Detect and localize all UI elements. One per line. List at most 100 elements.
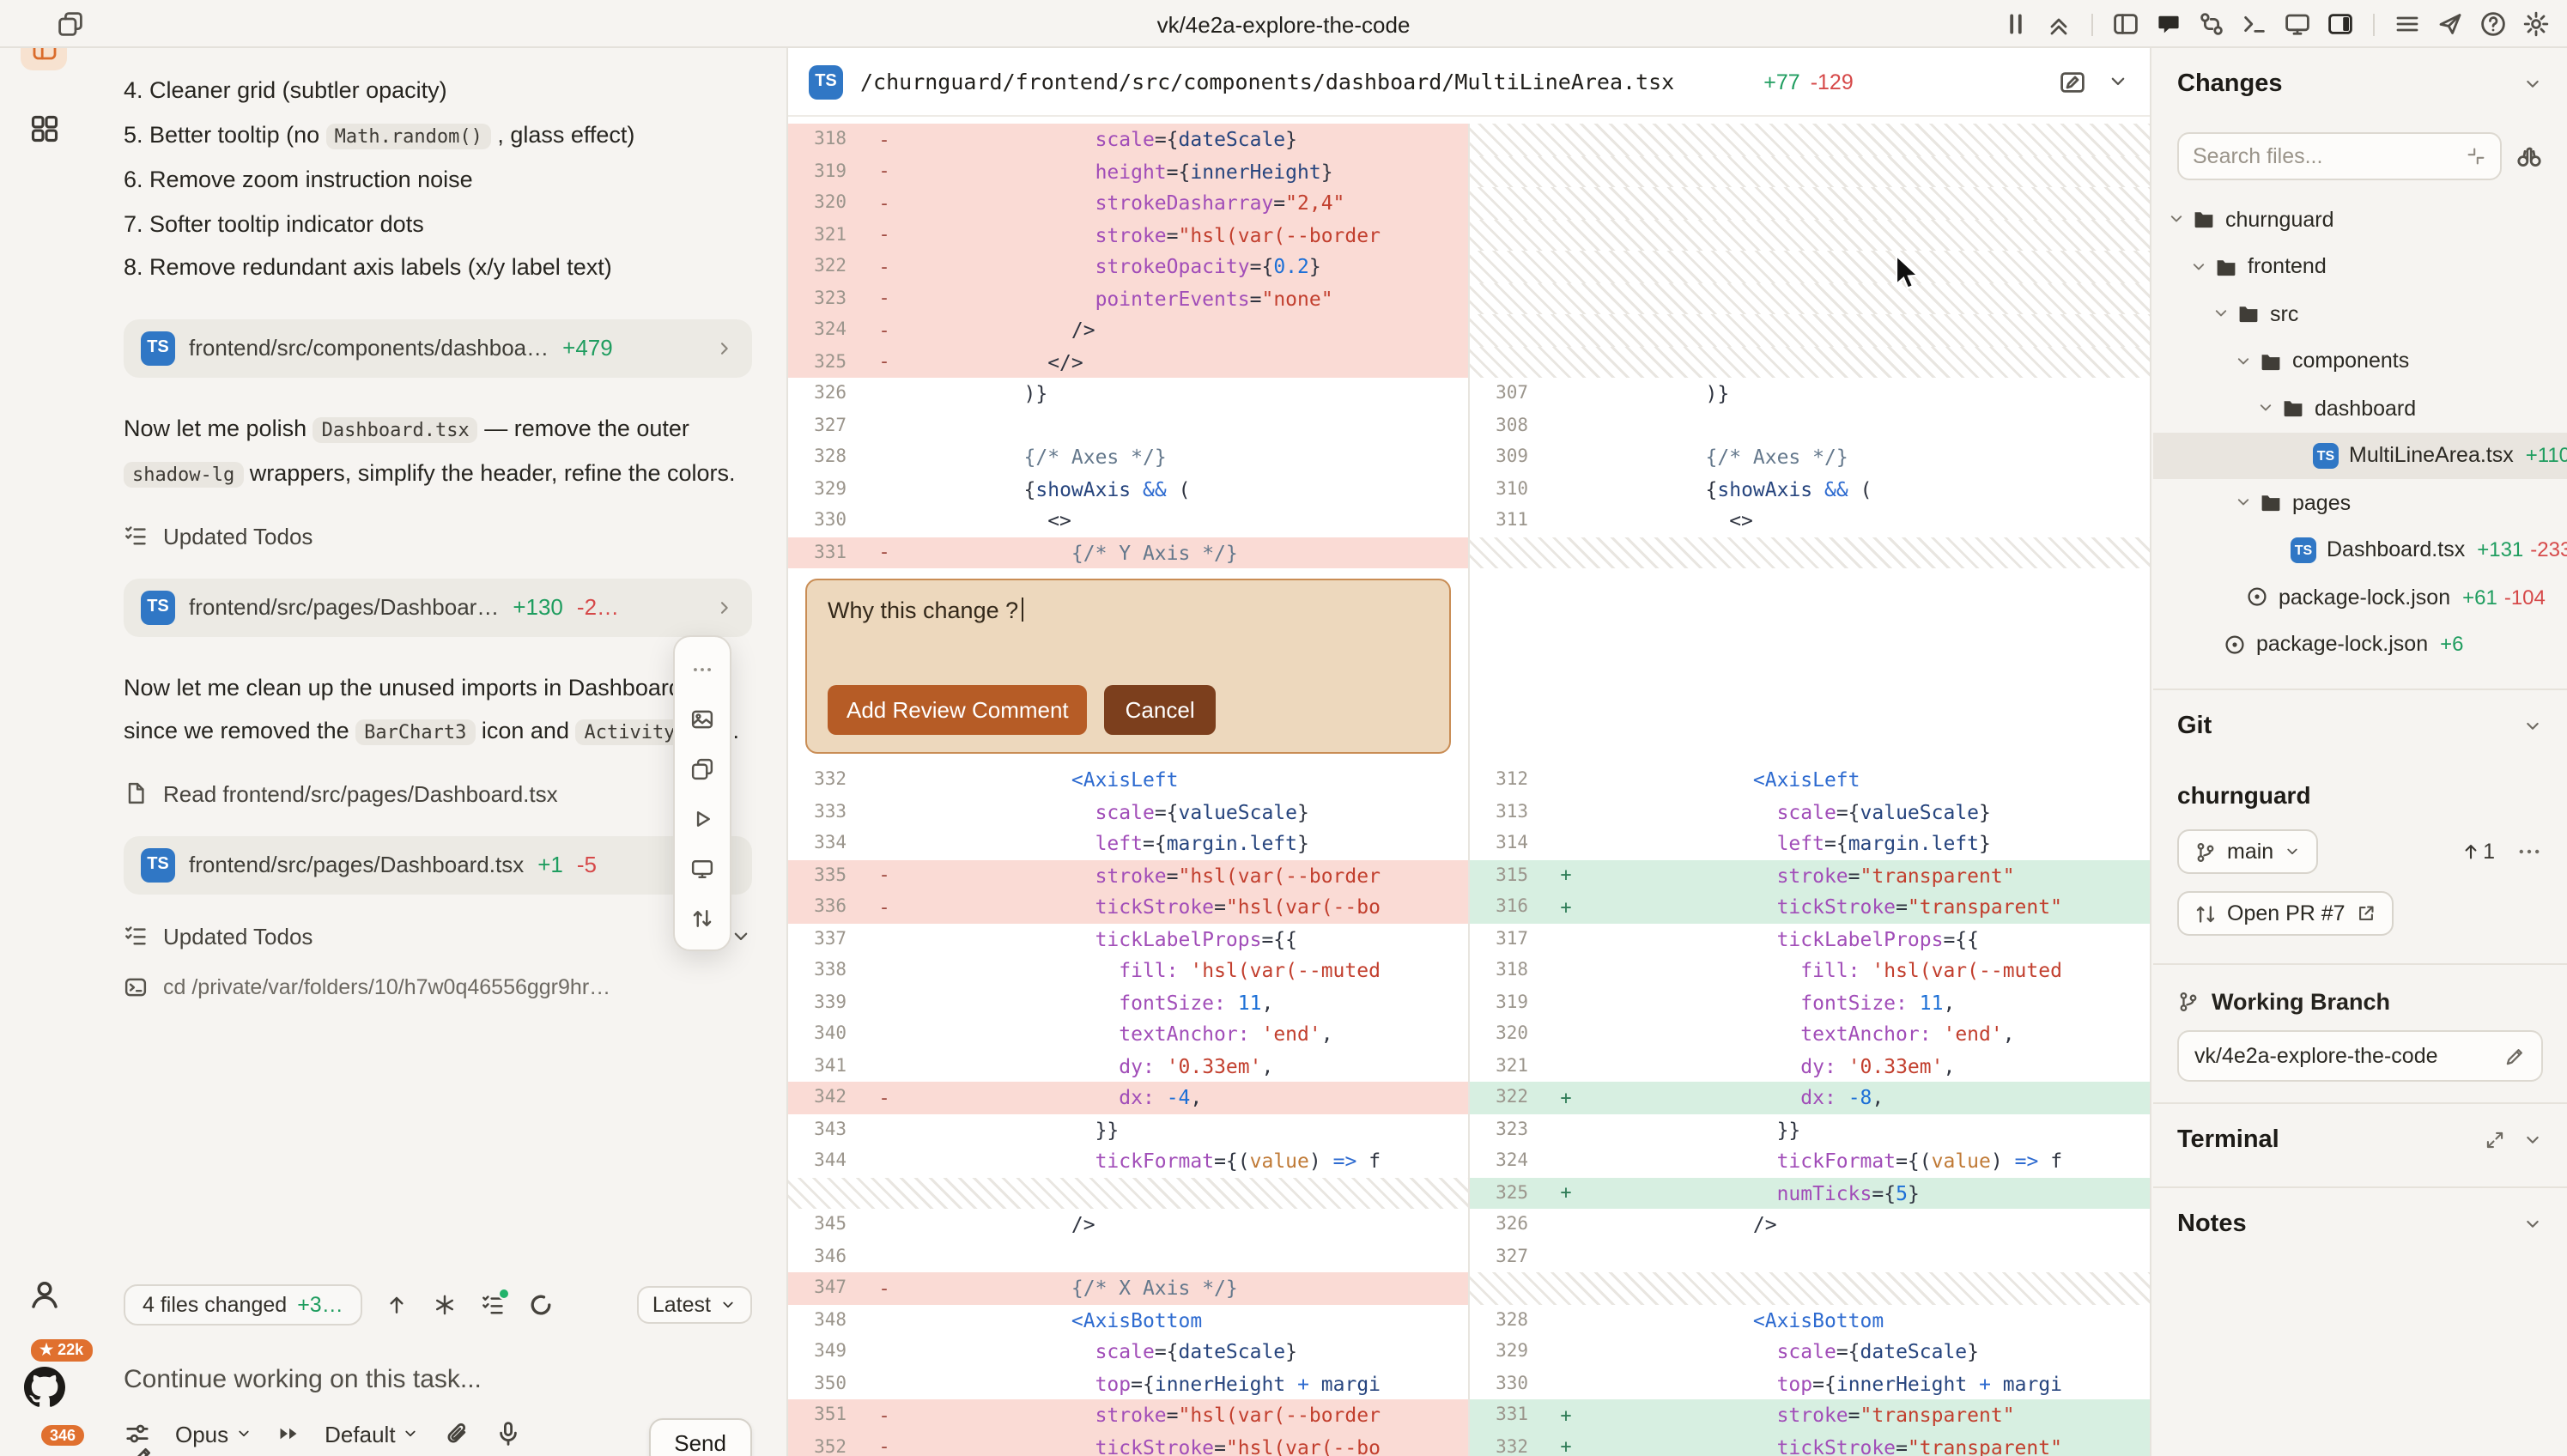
panel-left-icon[interactable]: [2112, 10, 2139, 38]
edit-branch-icon[interactable]: [2503, 1045, 2526, 1067]
chevron-down-icon: [2522, 74, 2543, 94]
palette-copy-icon[interactable]: [678, 743, 726, 793]
branch-selector[interactable]: main: [2177, 829, 2318, 874]
tree-folder-churnguard[interactable]: churnguard: [2153, 196, 2567, 243]
paperclip-icon[interactable]: [444, 1420, 471, 1447]
pencil-icon[interactable]: [127, 1444, 155, 1456]
ts-file-badge: TS: [141, 590, 175, 624]
account-button[interactable]: [21, 1271, 67, 1317]
chevron-down-icon[interactable]: [2107, 70, 2129, 93]
changes-section-header[interactable]: Changes: [2153, 48, 2567, 110]
palette-more-icon[interactable]: [678, 644, 726, 694]
tree-folder-dashboard[interactable]: dashboard: [2153, 385, 2567, 432]
help-icon[interactable]: [2479, 10, 2507, 38]
list-item: 4. Cleaner grid (subtler opacity): [124, 69, 752, 112]
file-change-chip[interactable]: TSfrontend/src/pages/Dashboar…+130-2…: [124, 578, 752, 636]
terminal-command-row[interactable]: cd /private/var/folders/10/h7w0q46556ggr…: [124, 974, 752, 998]
diff-cell: 308: [1468, 410, 2150, 441]
todo-row[interactable]: Updated Todos: [124, 923, 752, 949]
line-number: 347: [788, 1278, 864, 1299]
review-comment-box[interactable]: Why this change ? Add Review Comment Cance…: [805, 579, 1451, 754]
settings-icon[interactable]: [2522, 10, 2550, 38]
github-button[interactable]: [21, 1363, 67, 1410]
terminal-section-header[interactable]: Terminal: [2153, 1104, 2567, 1166]
checklist-icon-with-dot[interactable]: [481, 1293, 505, 1317]
tree-file-package-lock.json[interactable]: package-lock.json+6: [2153, 621, 2567, 668]
tree-file-package-lock.json[interactable]: package-lock.json+61-104: [2153, 573, 2567, 621]
code-line: {/* X Axis */}: [905, 1277, 1468, 1301]
code-line: <AxisLeft: [905, 768, 1468, 792]
line-number: 349: [788, 1342, 864, 1362]
branch-more-menu[interactable]: [2515, 838, 2543, 865]
chevron-down-icon: [2234, 352, 2253, 371]
collapse-panels-icon[interactable]: [2045, 10, 2072, 38]
file-change-chip[interactable]: TSfrontend/src/components/dashboa…+479: [124, 318, 752, 377]
share-icon[interactable]: [2437, 10, 2464, 38]
git-compare-icon[interactable]: [2198, 10, 2225, 38]
composer-input[interactable]: Continue working on this task...: [124, 1365, 752, 1394]
annotate-icon[interactable]: [2059, 68, 2086, 95]
comment-input[interactable]: Why this change ?: [828, 598, 1429, 623]
file-path: frontend/src/pages/Dashboar…: [189, 594, 499, 620]
palette-screenshot-icon[interactable]: [678, 694, 726, 743]
palette-run-icon[interactable]: [678, 793, 726, 843]
diff-row: 328 {/* Axes */}309 {/* Axes */}: [788, 441, 2150, 473]
tree-folder-pages[interactable]: pages: [2153, 479, 2567, 526]
menu-icon[interactable]: [2394, 10, 2421, 38]
terminal-icon[interactable]: [2241, 10, 2268, 38]
github-stars-badge: ★ 22k: [27, 1336, 95, 1365]
expand-icon[interactable]: [2485, 1130, 2505, 1150]
collapse-tree-icon[interactable]: [2466, 146, 2486, 167]
line-number: 321: [788, 225, 864, 246]
todo-row[interactable]: Updated Todos: [124, 523, 752, 549]
notes-section-header[interactable]: Notes: [2153, 1188, 2567, 1250]
terminal-command: cd /private/var/folders/10/h7w0q46556ggr…: [163, 974, 610, 998]
send-button[interactable]: Send: [648, 1418, 752, 1456]
board-button[interactable]: [21, 105, 67, 151]
palette-compare-icon[interactable]: [678, 893, 726, 943]
tree-folder-frontend[interactable]: frontend: [2153, 243, 2567, 290]
open-pr-button[interactable]: Open PR #7: [2177, 891, 2394, 936]
add-review-comment-button[interactable]: Add Review Comment: [828, 685, 1088, 735]
search-files-input[interactable]: Search files...: [2177, 132, 2502, 180]
diff-header-actions: [2059, 68, 2129, 95]
tree-folder-src[interactable]: src: [2153, 290, 2567, 337]
code-line: stroke="transparent": [1587, 864, 2150, 888]
windows-icon[interactable]: [57, 10, 84, 38]
pause-icon[interactable]: [2002, 10, 2030, 38]
diff-cell: 344 tickFormat={(value) => f: [788, 1145, 1468, 1177]
code-line: <AxisLeft: [1587, 768, 2150, 792]
diff-row: 329 {showAxis && (310 {showAxis && (: [788, 473, 2150, 505]
mode-picker[interactable]: Default: [325, 1421, 419, 1447]
assistant-paragraph: Now let me polish Dashboard.tsx — remove…: [124, 406, 752, 497]
chat-bubble-icon[interactable]: [2155, 10, 2182, 38]
binoculars-icon[interactable]: [2515, 143, 2543, 170]
mic-icon[interactable]: [495, 1420, 523, 1447]
diff-row: 338 fill: 'hsl(var(--muted318 fill: 'hsl…: [788, 955, 2150, 986]
latest-dropdown[interactable]: Latest: [637, 1286, 752, 1324]
model-picker[interactable]: Opus: [175, 1421, 252, 1447]
panel-right-icon[interactable]: [2327, 10, 2354, 38]
tree-file-MultiLineArea.tsx[interactable]: TSMultiLineArea.tsx+110-162: [2153, 432, 2567, 479]
files-changed-pill[interactable]: 4 files changed +3…: [124, 1284, 362, 1326]
spinner-icon[interactable]: [529, 1293, 553, 1317]
fast-forward-icon[interactable]: [276, 1422, 300, 1446]
chevron-down-icon: [2234, 494, 2253, 513]
tree-file-Dashboard.tsx[interactable]: TSDashboard.tsx+131-233: [2153, 526, 2567, 573]
git-section-header[interactable]: Git: [2153, 690, 2567, 752]
palette-display-icon[interactable]: [678, 843, 726, 893]
ts-file-badge: TS: [141, 847, 175, 882]
tree-folder-components[interactable]: components: [2153, 337, 2567, 385]
diff-cell: [1468, 1272, 2150, 1304]
line-number: 328: [1470, 1310, 1545, 1331]
cancel-button[interactable]: Cancel: [1105, 685, 1216, 735]
pull-request-icon: [2194, 902, 2217, 925]
git-title: Git: [2177, 713, 2212, 740]
file-change-chip[interactable]: TSfrontend/src/pages/Dashboard.tsx+1-5: [124, 835, 752, 894]
asterisk-icon[interactable]: [433, 1293, 457, 1317]
code-line: fill: 'hsl(var(--muted: [1587, 959, 2150, 983]
working-branch-value[interactable]: vk/4e2a-explore-the-code: [2177, 1030, 2543, 1082]
arrow-up-icon[interactable]: [385, 1293, 409, 1317]
display-icon[interactable]: [2284, 10, 2311, 38]
read-file-row[interactable]: Read frontend/src/pages/Dashboard.tsx: [124, 780, 752, 806]
